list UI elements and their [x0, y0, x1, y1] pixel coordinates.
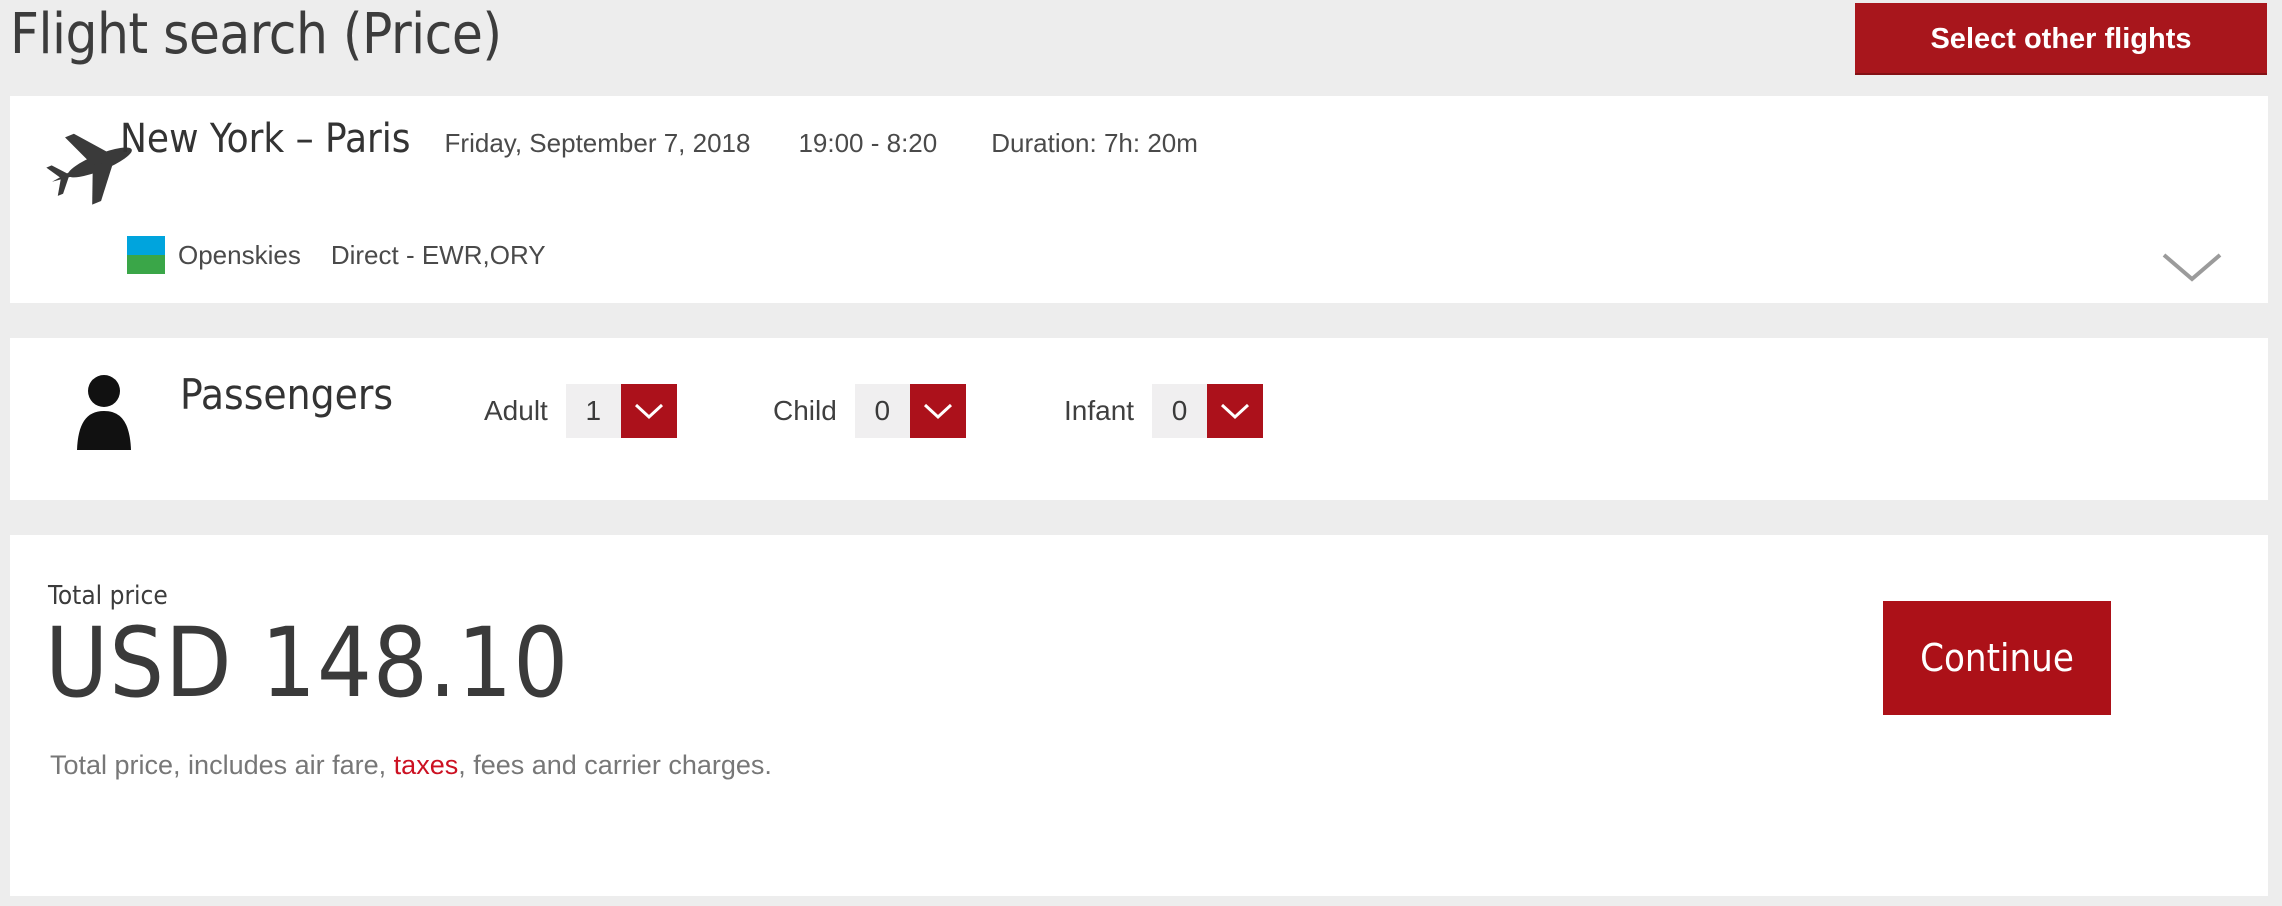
person-icon	[77, 375, 131, 450]
chevron-down-icon[interactable]	[2159, 246, 2225, 286]
passenger-stepper-adult: Adult 1	[484, 384, 677, 438]
taxes-link[interactable]: taxes	[394, 750, 459, 780]
passenger-stepper-infant: Infant 0	[1064, 384, 1264, 438]
flight-headline: New York – Paris Friday, September 7, 20…	[120, 116, 1198, 162]
disclaimer-text-before: Total price, includes air fare,	[50, 750, 394, 780]
flight-route: New York – Paris	[120, 116, 411, 162]
passenger-count-infant[interactable]: 0	[1152, 384, 1208, 438]
passenger-type-label-adult: Adult	[484, 395, 548, 426]
disclaimer-text-after: , fees and carrier charges.	[458, 750, 772, 780]
passenger-type-label-child: Child	[773, 395, 837, 426]
passenger-dropdown-adult[interactable]	[620, 384, 677, 438]
passenger-count-child[interactable]: 0	[854, 384, 910, 438]
select-other-flights-button[interactable]: Select other flights	[1855, 3, 2267, 75]
flight-date: Friday, September 7, 2018	[444, 128, 751, 158]
chevron-down-icon	[1221, 403, 1250, 420]
price-disclaimer: Total price, includes air fare, taxes, f…	[50, 750, 772, 781]
flight-airline-row: Openskies Direct - EWR,ORY	[127, 236, 546, 274]
openskies-logo-icon	[127, 236, 165, 274]
passenger-type-label-infant: Infant	[1064, 395, 1135, 426]
total-price-amount: USD 148.10	[45, 607, 570, 719]
page-header: Flight search (Price) Select other fligh…	[0, 0, 2282, 96]
chevron-down-icon	[923, 403, 952, 420]
passenger-stepper-child: Child 0	[773, 384, 966, 438]
flight-summary-panel: New York – Paris Friday, September 7, 20…	[10, 96, 2268, 303]
flight-times: 19:00 - 8:20	[798, 128, 938, 158]
passengers-panel: Passengers Adult 1 Child 0 Infant 0	[10, 338, 2268, 500]
passenger-dropdown-child[interactable]	[909, 384, 966, 438]
flight-search-page: Flight search (Price) Select other fligh…	[0, 0, 2282, 906]
flight-stops: Direct - EWR,ORY	[330, 239, 546, 270]
passenger-dropdown-infant[interactable]	[1207, 384, 1264, 438]
continue-button[interactable]: Continue	[1883, 601, 2111, 715]
price-panel: Total price USD 148.10 Total price, incl…	[10, 535, 2268, 896]
passenger-count-adult[interactable]: 1	[565, 384, 621, 438]
airline-name: Openskies	[178, 239, 301, 270]
page-title: Flight search (Price)	[10, 2, 502, 67]
passengers-label: Passengers	[180, 370, 394, 419]
flight-duration: Duration: 7h: 20m	[991, 128, 1198, 158]
chevron-down-icon	[634, 403, 663, 420]
